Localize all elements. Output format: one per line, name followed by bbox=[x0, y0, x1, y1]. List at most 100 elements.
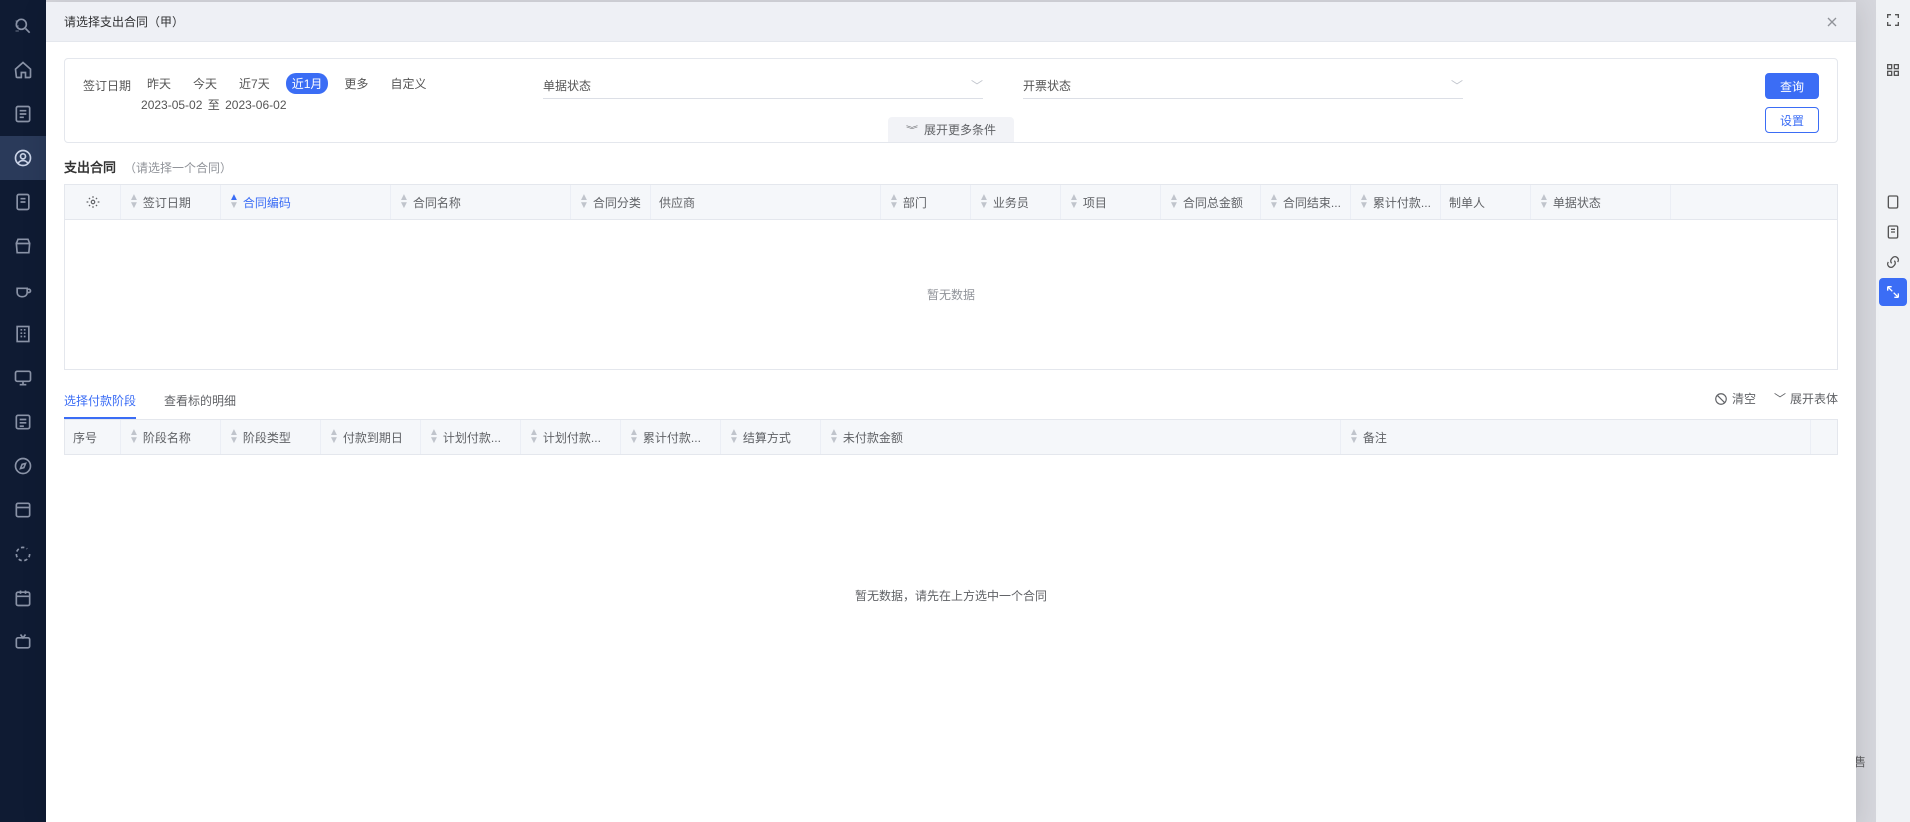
nav-folder[interactable] bbox=[0, 488, 46, 532]
modal-title: 请选择支出合同（甲） bbox=[64, 13, 184, 30]
sign-date-label: 签订日期 bbox=[83, 73, 131, 94]
section-hint: （请选择一个合同） bbox=[124, 159, 232, 176]
col2-unpaid[interactable]: ▲▼未付款金额 bbox=[821, 420, 1341, 454]
gear-icon bbox=[86, 195, 100, 209]
col-code[interactable]: ▲▼合同编码 bbox=[221, 185, 391, 219]
modal-header: 请选择支出合同（甲） bbox=[46, 2, 1856, 42]
date-opt-yesterday[interactable]: 昨天 bbox=[141, 73, 177, 94]
col2-stage_type[interactable]: ▲▼阶段类型 bbox=[221, 420, 321, 454]
doc-status-label: 单据状态 bbox=[543, 77, 591, 94]
date-opt-last1m[interactable]: 近1月 bbox=[286, 73, 329, 94]
invoice-status-label: 开票状态 bbox=[1023, 77, 1071, 94]
list-icon bbox=[13, 412, 33, 432]
tv-icon bbox=[13, 632, 33, 652]
col-total[interactable]: ▲▼合同总金额 bbox=[1161, 185, 1261, 219]
monitor-icon bbox=[13, 368, 33, 388]
filter-sign-date: 签订日期 昨天 今天 近7天 近1月 更多 自定义 2023-05-02 至 bbox=[83, 73, 503, 113]
expand-body-button[interactable]: ﹀ 展开表体 bbox=[1774, 390, 1838, 407]
compass-icon bbox=[13, 456, 33, 476]
stages-table: 序号▲▼阶段名称▲▼阶段类型▲▼付款到期日▲▼计划付款...▲▼计划付款...▲… bbox=[64, 420, 1838, 735]
nav-shop[interactable] bbox=[0, 224, 46, 268]
nav-report[interactable] bbox=[0, 92, 46, 136]
col-gear[interactable] bbox=[65, 185, 121, 219]
report-icon bbox=[13, 104, 33, 124]
date-opt-today[interactable]: 今天 bbox=[187, 73, 223, 94]
left-sidebar bbox=[0, 0, 46, 822]
query-button[interactable]: 查询 bbox=[1765, 73, 1819, 99]
col2-remark[interactable]: ▲▼备注 bbox=[1341, 420, 1811, 454]
rail-fullscreen[interactable] bbox=[1879, 6, 1907, 34]
nav-refresh[interactable] bbox=[0, 532, 46, 576]
filter-invoice-status: 开票状态 ﹀ bbox=[1023, 73, 1463, 99]
home-icon bbox=[13, 60, 33, 80]
col-salesman[interactable]: ▲▼业务员 bbox=[971, 185, 1061, 219]
doc-status-select[interactable]: 单据状态 ﹀ bbox=[543, 73, 983, 99]
col-project[interactable]: ▲▼项目 bbox=[1061, 185, 1161, 219]
user-circle-icon bbox=[13, 148, 33, 168]
col-status[interactable]: ▲▼单据状态 bbox=[1531, 185, 1671, 219]
refresh-icon bbox=[13, 544, 33, 564]
detail-tabs-row: 选择付款阶段查看标的明细 清空 ﹀ 展开表体 bbox=[64, 384, 1838, 420]
shop-icon bbox=[13, 236, 33, 256]
nav-doc[interactable] bbox=[0, 180, 46, 224]
fullscreen-icon bbox=[1885, 12, 1901, 28]
nav-coffee[interactable] bbox=[0, 268, 46, 312]
nav-building[interactable] bbox=[0, 312, 46, 356]
date-range-text: 2023-05-02 至 2023-06-02 bbox=[141, 96, 432, 113]
building-icon bbox=[13, 324, 33, 344]
folder-icon bbox=[13, 500, 33, 520]
col-creator[interactable]: 制单人 bbox=[1441, 185, 1531, 219]
col-accpay[interactable]: ▲▼累计付款... bbox=[1351, 185, 1441, 219]
clear-icon bbox=[1714, 392, 1728, 406]
form-icon bbox=[1885, 224, 1901, 240]
date-opt-custom[interactable]: 自定义 bbox=[384, 73, 432, 94]
tab-stage[interactable]: 选择付款阶段 bbox=[64, 384, 136, 419]
clear-button[interactable]: 清空 bbox=[1714, 390, 1756, 407]
nav-home[interactable] bbox=[0, 48, 46, 92]
date-opt-last7[interactable]: 近7天 bbox=[233, 73, 276, 94]
rail-form[interactable] bbox=[1879, 218, 1907, 246]
chevron-down-icon: ﹀ bbox=[971, 77, 983, 94]
col-category[interactable]: ▲▼合同分类 bbox=[571, 185, 651, 219]
nav-list[interactable] bbox=[0, 400, 46, 444]
link-icon bbox=[1885, 254, 1901, 270]
nav-compass[interactable] bbox=[0, 444, 46, 488]
rail-link[interactable] bbox=[1879, 248, 1907, 276]
col-sign_date[interactable]: ▲▼签订日期 bbox=[121, 185, 221, 219]
col2-stage_name[interactable]: ▲▼阶段名称 bbox=[121, 420, 221, 454]
contracts-table: ▲▼签订日期▲▼合同编码▲▼合同名称▲▼合同分类供应商▲▼部门▲▼业务员▲▼项目… bbox=[64, 184, 1838, 370]
calendar-icon bbox=[13, 588, 33, 608]
select-contract-modal: 请选择支出合同（甲） 签订日期 昨天 今天 近7天 近1月 更多 bbox=[46, 2, 1856, 822]
tab-detail[interactable]: 查看标的明细 bbox=[164, 384, 236, 419]
invoice-status-select[interactable]: 开票状态 ﹀ bbox=[1023, 73, 1463, 99]
nav-user[interactable] bbox=[0, 136, 46, 180]
col2-acc_pay[interactable]: ▲▼累计付款... bbox=[621, 420, 721, 454]
doc-small-icon bbox=[1885, 194, 1901, 210]
expand-filters-button[interactable]: ︾ 展开更多条件 bbox=[888, 117, 1014, 142]
nav-tv[interactable] bbox=[0, 620, 46, 664]
contracts-table-header: ▲▼签订日期▲▼合同编码▲▼合同名称▲▼合同分类供应商▲▼部门▲▼业务员▲▼项目… bbox=[65, 185, 1837, 220]
nav-search[interactable] bbox=[0, 4, 46, 48]
col2-plan_pay2[interactable]: ▲▼计划付款... bbox=[521, 420, 621, 454]
doc-icon bbox=[13, 192, 33, 212]
col-end[interactable]: ▲▼合同结束... bbox=[1261, 185, 1351, 219]
col2-due[interactable]: ▲▼付款到期日 bbox=[321, 420, 421, 454]
chevron-down-icon: ﹀ bbox=[1774, 390, 1786, 407]
nav-calendar[interactable] bbox=[0, 576, 46, 620]
nav-monitor[interactable] bbox=[0, 356, 46, 400]
col-name[interactable]: ▲▼合同名称 bbox=[391, 185, 571, 219]
double-chevron-down-icon: ︾ bbox=[906, 124, 918, 136]
col2-idx[interactable]: 序号 bbox=[65, 420, 121, 454]
col2-settle[interactable]: ▲▼结算方式 bbox=[721, 420, 821, 454]
col-dept[interactable]: ▲▼部门 bbox=[881, 185, 971, 219]
rail-doc[interactable] bbox=[1879, 188, 1907, 216]
settings-button[interactable]: 设置 bbox=[1765, 107, 1819, 133]
detail-tabs: 选择付款阶段查看标的明细 bbox=[64, 384, 236, 419]
date-opt-more[interactable]: 更多 bbox=[338, 73, 374, 94]
close-icon bbox=[1824, 14, 1840, 30]
modal-close-button[interactable] bbox=[1818, 8, 1846, 36]
rail-expand[interactable] bbox=[1879, 278, 1907, 306]
rail-grid[interactable] bbox=[1879, 56, 1907, 84]
col-supplier[interactable]: 供应商 bbox=[651, 185, 881, 219]
col2-plan_pay[interactable]: ▲▼计划付款... bbox=[421, 420, 521, 454]
